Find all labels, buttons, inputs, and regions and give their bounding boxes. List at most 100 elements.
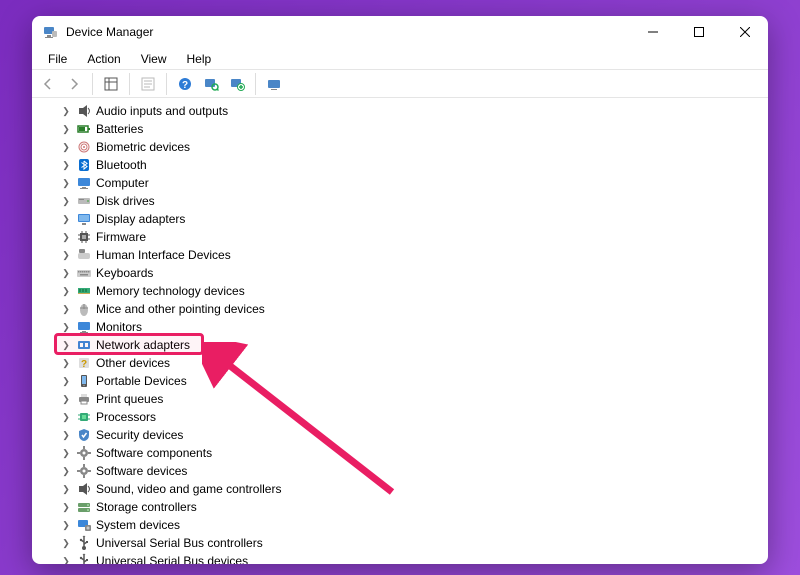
- device-category-hid[interactable]: ❯Human Interface Devices: [32, 246, 768, 264]
- expand-chevron-icon[interactable]: ❯: [60, 177, 72, 189]
- expand-chevron-icon[interactable]: ❯: [60, 483, 72, 495]
- device-category-print[interactable]: ❯Print queues: [32, 390, 768, 408]
- device-category-label: System devices: [96, 518, 180, 532]
- device-manager-window: Device Manager File Action View Help ? ❯…: [32, 16, 768, 564]
- scan-hardware-button[interactable]: [199, 72, 223, 96]
- device-category-display[interactable]: ❯ Display adapters: [32, 210, 768, 228]
- device-category-label: Computer: [96, 176, 149, 190]
- svg-text:?: ?: [81, 359, 87, 370]
- expand-chevron-icon[interactable]: ❯: [60, 249, 72, 261]
- expand-chevron-icon[interactable]: ❯: [60, 447, 72, 459]
- device-category-proc[interactable]: ❯ Processors: [32, 408, 768, 426]
- device-category-bluetooth[interactable]: ❯ Bluetooth: [32, 156, 768, 174]
- toolbar-separator: [92, 73, 93, 95]
- expand-chevron-icon[interactable]: ❯: [60, 141, 72, 153]
- expand-chevron-icon[interactable]: ❯: [60, 267, 72, 279]
- expand-chevron-icon[interactable]: ❯: [60, 159, 72, 171]
- device-category-softdev[interactable]: ❯Software devices: [32, 462, 768, 480]
- device-category-label: Mice and other pointing devices: [96, 302, 265, 316]
- device-category-monitor[interactable]: ❯Monitors: [32, 318, 768, 336]
- chip-icon: [76, 229, 92, 245]
- device-category-portable[interactable]: ❯ Portable Devices: [32, 372, 768, 390]
- device-category-usbdev[interactable]: ❯Universal Serial Bus devices: [32, 552, 768, 564]
- device-category-label: Portable Devices: [96, 374, 187, 388]
- expand-chevron-icon[interactable]: ❯: [60, 285, 72, 297]
- monitor-icon: [76, 319, 92, 335]
- expand-chevron-icon[interactable]: ❯: [60, 393, 72, 405]
- device-category-storage[interactable]: ❯ Storage controllers: [32, 498, 768, 516]
- minimize-button[interactable]: [630, 16, 676, 48]
- device-category-network[interactable]: ❯Network adapters: [32, 336, 768, 354]
- content-area: ❯ Audio inputs and outputs ❯Batteries❯Biom…: [32, 98, 768, 564]
- toolbar-separator: [255, 73, 256, 95]
- device-tree[interactable]: ❯ Audio inputs and outputs ❯Batteries❯Biom…: [32, 98, 768, 564]
- shield-icon: [76, 427, 92, 443]
- device-category-label: Security devices: [96, 428, 183, 442]
- device-category-keyboard[interactable]: ❯Keyboards: [32, 264, 768, 282]
- device-category-label: Audio inputs and outputs: [96, 104, 228, 118]
- storage-icon: [76, 499, 92, 515]
- device-category-label: Sound, video and game controllers: [96, 482, 281, 496]
- monitor-icon: [76, 175, 92, 191]
- device-category-disk[interactable]: ❯Disk drives: [32, 192, 768, 210]
- device-category-mice[interactable]: ❯ Mice and other pointing devices: [32, 300, 768, 318]
- device-category-label: Display adapters: [96, 212, 185, 226]
- device-category-security[interactable]: ❯ Security devices: [32, 426, 768, 444]
- expand-chevron-icon[interactable]: ❯: [60, 123, 72, 135]
- device-category-memtech[interactable]: ❯Memory technology devices: [32, 282, 768, 300]
- expand-chevron-icon[interactable]: ❯: [60, 501, 72, 513]
- printer-icon: [76, 391, 92, 407]
- expand-chevron-icon[interactable]: ❯: [60, 303, 72, 315]
- expand-chevron-icon[interactable]: ❯: [60, 537, 72, 549]
- menu-action[interactable]: Action: [77, 50, 130, 68]
- device-category-computer[interactable]: ❯ Computer: [32, 174, 768, 192]
- app-icon: [42, 24, 58, 40]
- expand-chevron-icon[interactable]: ❯: [60, 519, 72, 531]
- device-category-biometric[interactable]: ❯Biometric devices: [32, 138, 768, 156]
- device-category-other[interactable]: ❯?Other devices: [32, 354, 768, 372]
- expand-chevron-icon[interactable]: ❯: [60, 339, 72, 351]
- devices-connection-button[interactable]: [262, 72, 286, 96]
- device-category-label: Bluetooth: [96, 158, 147, 172]
- expand-chevron-icon[interactable]: ❯: [60, 375, 72, 387]
- expand-chevron-icon[interactable]: ❯: [60, 195, 72, 207]
- help-button[interactable]: ?: [173, 72, 197, 96]
- device-category-label: Storage controllers: [96, 500, 197, 514]
- device-category-label: Universal Serial Bus controllers: [96, 536, 263, 550]
- disk-icon: [76, 193, 92, 209]
- menu-file[interactable]: File: [38, 50, 77, 68]
- expand-chevron-icon[interactable]: ❯: [60, 429, 72, 441]
- gear-icon: [76, 445, 92, 461]
- toolbar-separator: [129, 73, 130, 95]
- expand-chevron-icon[interactable]: ❯: [60, 321, 72, 333]
- device-category-label: Processors: [96, 410, 156, 424]
- expand-chevron-icon[interactable]: ❯: [60, 357, 72, 369]
- device-category-sound[interactable]: ❯ Sound, video and game controllers: [32, 480, 768, 498]
- expand-chevron-icon[interactable]: ❯: [60, 465, 72, 477]
- nav-back-button: [36, 72, 60, 96]
- svg-text:?: ?: [182, 80, 188, 91]
- menu-help[interactable]: Help: [177, 50, 222, 68]
- expand-chevron-icon[interactable]: ❯: [60, 105, 72, 117]
- device-category-firmware[interactable]: ❯Firmware: [32, 228, 768, 246]
- menu-view[interactable]: View: [131, 50, 177, 68]
- expand-chevron-icon[interactable]: ❯: [60, 213, 72, 225]
- device-category-usb[interactable]: ❯ Universal Serial Bus controllers: [32, 534, 768, 552]
- device-category-system[interactable]: ❯ System devices: [32, 516, 768, 534]
- maximize-button[interactable]: [676, 16, 722, 48]
- add-hardware-button[interactable]: [225, 72, 249, 96]
- unknown-icon: ?: [76, 355, 92, 371]
- mouse-icon: [76, 301, 92, 317]
- show-hide-tree-button[interactable]: [99, 72, 123, 96]
- device-category-battery[interactable]: ❯Batteries: [32, 120, 768, 138]
- device-category-label: Software components: [96, 446, 212, 460]
- device-category-softcomp[interactable]: ❯ Software components: [32, 444, 768, 462]
- keyboard-icon: [76, 265, 92, 281]
- device-category-audio[interactable]: ❯ Audio inputs and outputs: [32, 102, 768, 120]
- expand-chevron-icon[interactable]: ❯: [60, 555, 72, 564]
- expand-chevron-icon[interactable]: ❯: [60, 411, 72, 423]
- expand-chevron-icon[interactable]: ❯: [60, 231, 72, 243]
- nic-icon: [76, 337, 92, 353]
- gear-icon: [76, 463, 92, 479]
- close-button[interactable]: [722, 16, 768, 48]
